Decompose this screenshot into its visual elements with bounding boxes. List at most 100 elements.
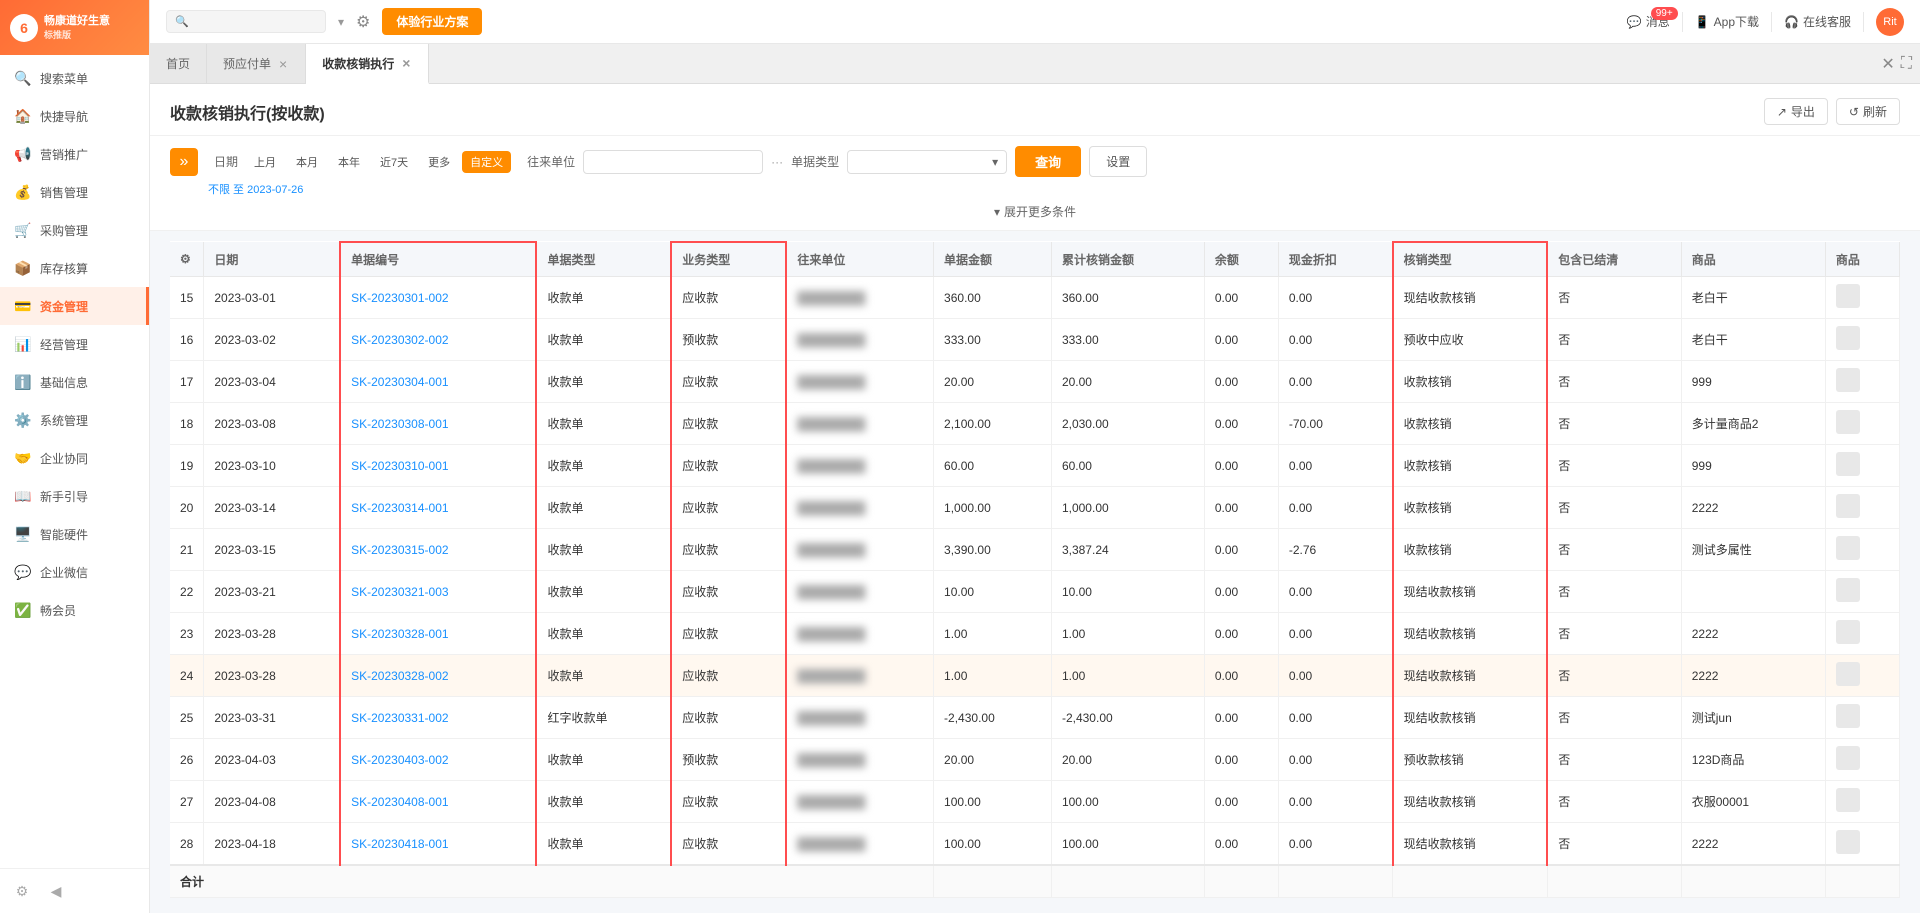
table-area: ⚙ 日期 单据编号 单据类型 业务类型 往来单位 单据金额 累计核销金额 余额 … — [150, 231, 1920, 913]
sidebar-item-finance[interactable]: 💳 资金管理 — [0, 287, 149, 325]
notification-area[interactable]: 💬 消息 99+ — [1627, 13, 1670, 30]
cell-doc-no: SK-20230418-001 — [340, 823, 536, 866]
doc-no-link[interactable]: SK-20230321-003 — [351, 585, 448, 599]
cell-include-settled: 否 — [1547, 319, 1681, 361]
refresh-button[interactable]: ↺ 刷新 — [1836, 98, 1900, 125]
doc-no-link[interactable]: SK-20230418-001 — [351, 837, 448, 851]
sidebar-item-wechat[interactable]: 💬 企业微信 — [0, 553, 149, 591]
sidebar-item-search[interactable]: 🔍 搜索菜单 — [0, 59, 149, 97]
cell-amount: 20.00 — [934, 361, 1052, 403]
doc-no-link[interactable]: SK-20230314-001 — [351, 501, 448, 515]
topbar-dropdown-icon[interactable]: ▾ — [338, 15, 344, 29]
cell-seq: 19 — [170, 445, 204, 487]
cell-product-thumb — [1825, 319, 1899, 361]
cell-product: 999 — [1681, 361, 1825, 403]
tab-maximize-icon[interactable]: ⛶ — [1901, 55, 1912, 73]
doc-no-link[interactable]: SK-20230302-002 — [351, 333, 448, 347]
more-conditions-dots[interactable]: ··· — [771, 155, 783, 169]
main-area: 🔍 ▾ ⚙ 体验行业方案 💬 消息 99+ 📱 App下载 🎧 在线客服 Rit… — [150, 0, 1920, 913]
doc-no-link[interactable]: SK-20230304-001 — [351, 375, 448, 389]
cell-seq: 24 — [170, 655, 204, 697]
filter-date-group: 日期 上月 本月 本年 近7天 更多 自定义 — [214, 151, 511, 173]
date-pill-7days[interactable]: 近7天 — [372, 151, 416, 173]
sidebar-logo: 6 畅康道好生意 标推版 — [0, 0, 149, 55]
doc-no-link[interactable]: SK-20230331-002 — [351, 711, 448, 725]
expand-more-conditions-link[interactable]: ▾ 展开更多条件 — [994, 203, 1076, 220]
export-label: 导出 — [1791, 103, 1815, 120]
date-pill-custom[interactable]: 自定义 — [462, 151, 511, 173]
sidebar-item-operations[interactable]: 📊 经营管理 — [0, 325, 149, 363]
settings-bottom-icon[interactable]: ⚙ — [10, 879, 34, 903]
sidebar-item-basic[interactable]: ℹ️ 基础信息 — [0, 363, 149, 401]
sidebar-item-inventory[interactable]: 📦 库存核算 — [0, 249, 149, 287]
query-button[interactable]: 查询 — [1015, 146, 1081, 177]
cell-product: 2222 — [1681, 823, 1825, 866]
th-product-thumb: 商品 — [1825, 242, 1899, 277]
cell-balance: 0.00 — [1204, 487, 1278, 529]
guide-icon: 📖 — [14, 487, 32, 505]
tab-prepay-close[interactable]: × — [277, 54, 289, 74]
cell-amount: 333.00 — [934, 319, 1052, 361]
sidebar-item-quick-nav[interactable]: 🏠 快捷导航 — [0, 97, 149, 135]
cell-discount: 0.00 — [1278, 655, 1392, 697]
tab-close-all-icon[interactable]: ✕ — [1881, 54, 1894, 74]
industry-solution-button[interactable]: 体验行业方案 — [382, 8, 482, 35]
sidebar-item-label: 新手引导 — [40, 488, 88, 505]
tab-prepay[interactable]: 预应付单 × — [207, 44, 306, 83]
filter-settings-button[interactable]: 设置 — [1089, 146, 1147, 177]
doc-no-link[interactable]: SK-20230403-002 — [351, 753, 448, 767]
export-button[interactable]: ↗ 导出 — [1764, 98, 1828, 125]
cell-date: 2023-03-08 — [204, 403, 340, 445]
sidebar-item-hardware[interactable]: 🖥️ 智能硬件 — [0, 515, 149, 553]
total-cancel-type — [1393, 865, 1548, 898]
sidebar-item-guide[interactable]: 📖 新手引导 — [0, 477, 149, 515]
user-avatar[interactable]: Rit — [1876, 8, 1904, 36]
date-pill-last-month[interactable]: 上月 — [246, 151, 284, 173]
doc-no-link[interactable]: SK-20230315-002 — [351, 543, 448, 557]
tabbar: 首页 预应付单 × 收款核销执行 × ✕ ⛶ — [150, 44, 1920, 84]
doc-type-select[interactable]: ▾ — [847, 150, 1007, 174]
app-download-link[interactable]: 📱 App下载 — [1695, 13, 1759, 30]
cell-discount: 0.00 — [1278, 571, 1392, 613]
cell-biz-type: 应收款 — [671, 529, 786, 571]
date-pill-this-month[interactable]: 本月 — [288, 151, 326, 173]
tab-collection-close[interactable]: × — [400, 53, 412, 73]
sidebar-item-collab[interactable]: 🤝 企业协同 — [0, 439, 149, 477]
cell-cancel-type: 收款核销 — [1393, 445, 1548, 487]
topbar-search-box[interactable]: 🔍 — [166, 10, 326, 33]
table-row: 25 2023-03-31 SK-20230331-002 红字收款单 应收款 … — [170, 697, 1900, 739]
doc-no-link[interactable]: SK-20230301-002 — [351, 291, 448, 305]
cell-biz-type: 应收款 — [671, 361, 786, 403]
date-pill-more[interactable]: 更多 — [420, 151, 458, 173]
sidebar-item-purchase[interactable]: 🛒 采购管理 — [0, 211, 149, 249]
cell-seq: 26 — [170, 739, 204, 781]
cell-amount: 3,390.00 — [934, 529, 1052, 571]
table-row: 22 2023-03-21 SK-20230321-003 收款单 应收款 ██… — [170, 571, 1900, 613]
sidebar-item-marketing[interactable]: 📢 营销推广 — [0, 135, 149, 173]
doc-no-link[interactable]: SK-20230310-001 — [351, 459, 448, 473]
collapse-icon[interactable]: ◀ — [44, 879, 68, 903]
cell-partner: ████████ — [786, 739, 933, 781]
page-title: 收款核销执行(按收款) — [170, 100, 325, 124]
cell-discount: 0.00 — [1278, 445, 1392, 487]
tab-collection[interactable]: 收款核销执行 × — [306, 44, 429, 84]
filter-expand-button[interactable]: » — [170, 148, 198, 176]
doc-no-link[interactable]: SK-20230328-001 — [351, 627, 448, 641]
sidebar-item-sales[interactable]: 💰 销售管理 — [0, 173, 149, 211]
doc-no-link[interactable]: SK-20230308-001 — [351, 417, 448, 431]
cell-doc-type: 收款单 — [536, 571, 671, 613]
doc-no-link[interactable]: SK-20230328-002 — [351, 669, 448, 683]
chevron-down-expand-icon: ▾ — [994, 205, 1000, 219]
cell-doc-no: SK-20230331-002 — [340, 697, 536, 739]
tab-home[interactable]: 首页 — [150, 44, 207, 83]
cell-product-thumb — [1825, 739, 1899, 781]
total-product — [1681, 865, 1825, 898]
th-settings[interactable]: ⚙ — [170, 242, 204, 277]
date-pill-this-year[interactable]: 本年 — [330, 151, 368, 173]
doc-no-link[interactable]: SK-20230408-001 — [351, 795, 448, 809]
sidebar-item-system[interactable]: ⚙️ 系统管理 — [0, 401, 149, 439]
online-service-link[interactable]: 🎧 在线客服 — [1784, 13, 1851, 30]
topbar-settings-icon[interactable]: ⚙ — [356, 12, 370, 32]
sidebar-item-member[interactable]: ✅ 畅会员 — [0, 591, 149, 629]
partner-input[interactable] — [583, 150, 763, 174]
